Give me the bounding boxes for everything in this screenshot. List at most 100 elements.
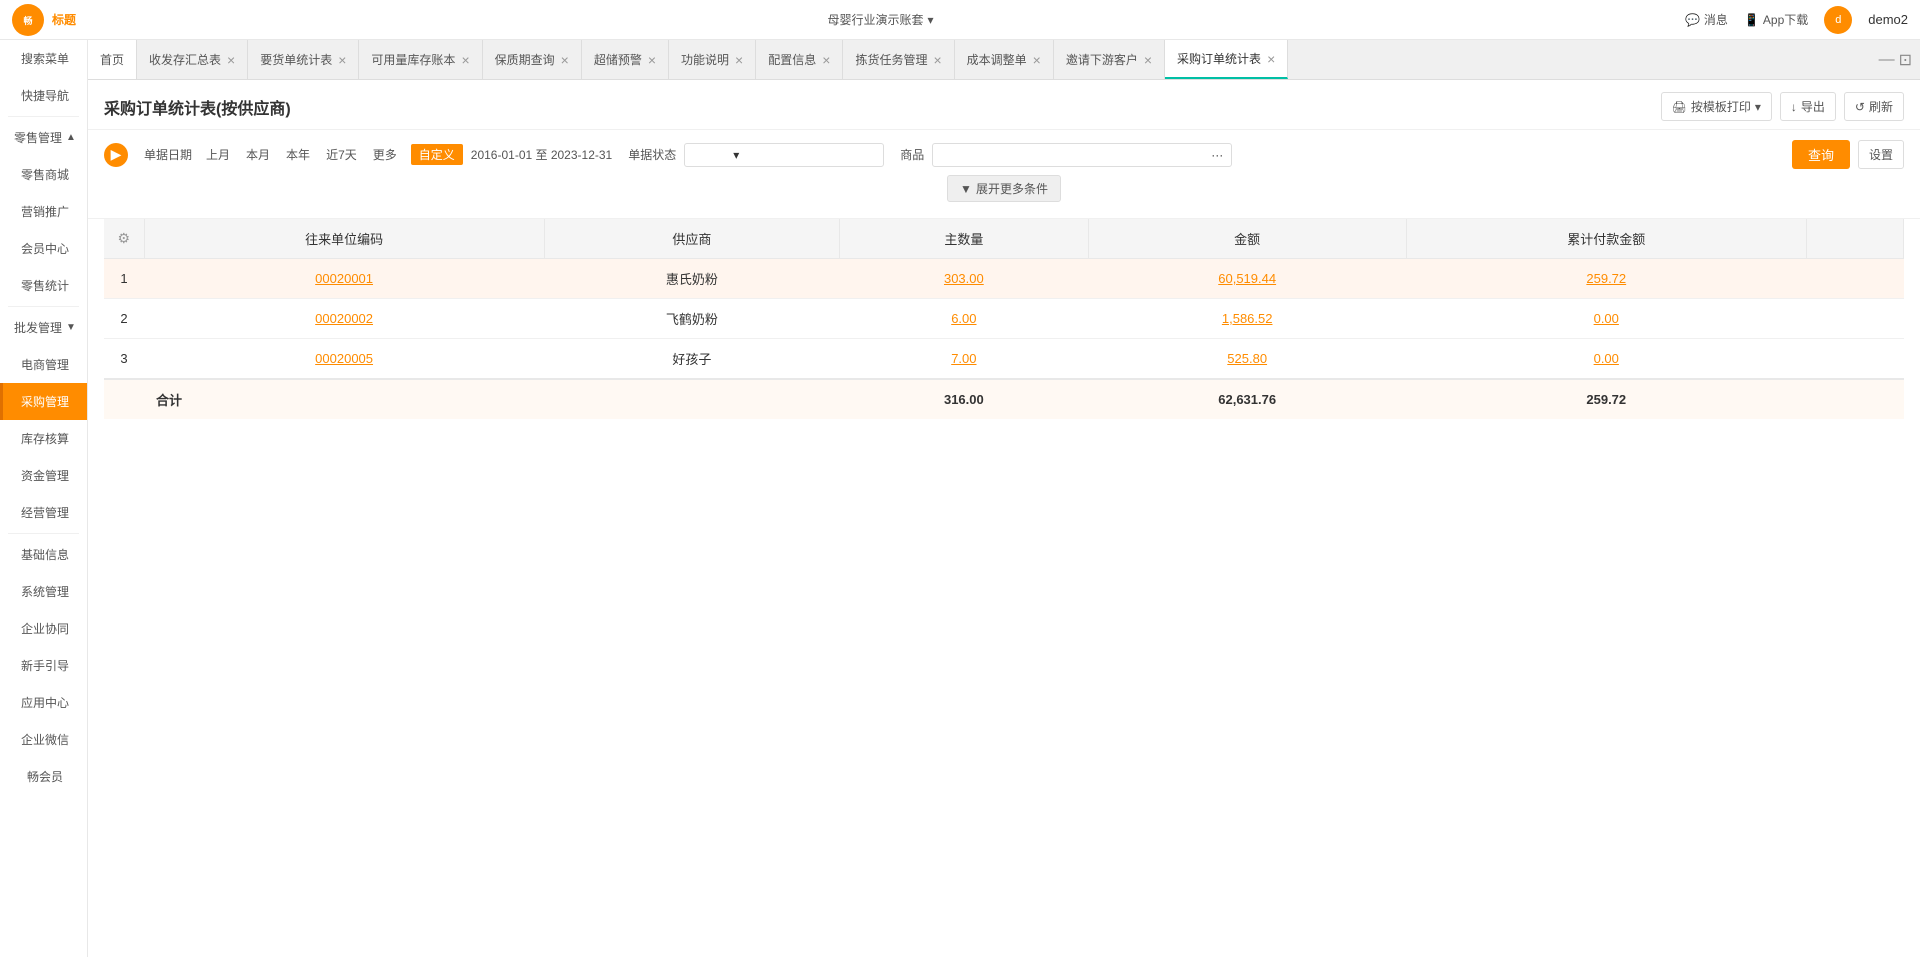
sidebar-item-wechat[interactable]: 企业微信 [0, 721, 87, 758]
col-settings-icon[interactable]: ⚙ [117, 230, 130, 246]
col-supplier: 供应商 [544, 219, 839, 259]
tab-close-order-stat[interactable]: × [338, 52, 346, 68]
row-3-amount[interactable]: 525.80 [1088, 339, 1406, 380]
avatar[interactable]: d [1824, 6, 1852, 34]
tab-minimize-btn[interactable]: — [1879, 51, 1895, 69]
sidebar-item-quick-nav[interactable]: 快捷导航 [0, 77, 87, 114]
workspace-name: 母婴行业演示账套 [827, 11, 923, 28]
col-code: 往来单位编码 [144, 219, 544, 259]
expand-conditions-btn[interactable]: ▼ 展开更多条件 [947, 175, 1061, 202]
tab-close-purchase-stat[interactable]: × [1267, 51, 1275, 67]
footer-amount: 62,631.76 [1088, 379, 1406, 419]
app-download-btn[interactable]: 📱 App下载 [1744, 11, 1808, 28]
sidebar-item-wholesale[interactable]: 批发管理 ▼ [0, 309, 87, 346]
date-shortcut-7days[interactable]: 近7天 [320, 144, 363, 165]
sidebar-item-basic[interactable]: 基础信息 [0, 536, 87, 573]
message-btn[interactable]: 💬 消息 [1685, 11, 1728, 28]
status-select[interactable]: ▾ [684, 143, 884, 167]
sidebar-item-operation[interactable]: 经营管理 [0, 494, 87, 531]
date-custom-tag[interactable]: 自定义 [411, 144, 463, 165]
col-settings: ⚙ [104, 219, 144, 259]
row-2-supplier: 飞鹤奶粉 [544, 299, 839, 339]
row-2-amount[interactable]: 1,586.52 [1088, 299, 1406, 339]
tab-order-stat[interactable]: 要货单统计表 × [248, 40, 359, 79]
tab-maximize-btn[interactable]: ⊡ [1899, 50, 1912, 70]
template-print-btn[interactable]: 🖨 按模板打印 ▾ [1661, 92, 1772, 121]
tab-close-expiry[interactable]: × [561, 52, 569, 68]
col-extra [1806, 219, 1903, 259]
tab-cost-adjust[interactable]: 成本调整单 × [955, 40, 1054, 79]
date-shortcut-this-month[interactable]: 本月 [240, 144, 276, 165]
sidebar-item-system[interactable]: 系统管理 [0, 573, 87, 610]
filter-collapse-btn[interactable]: ▶ [104, 143, 128, 167]
sidebar-item-search[interactable]: 搜索菜单 [0, 40, 87, 77]
svg-text:畅: 畅 [23, 15, 32, 26]
date-shortcut-this-year[interactable]: 本年 [280, 144, 316, 165]
date-shortcut-more[interactable]: 更多 [367, 144, 403, 165]
main-layout: 搜索菜单 快捷导航 零售管理 ▲ 零售商城 营销推广 会员中心 零售统计 批发管… [0, 40, 1920, 957]
tab-close-task-mgmt[interactable]: × [933, 52, 941, 68]
tab-function-desc[interactable]: 功能说明 × [669, 40, 756, 79]
top-bar: 畅 标题 母婴行业演示账套 ▾ 💬 消息 📱 App下载 d demo2 [0, 0, 1920, 40]
tab-close-function-desc[interactable]: × [735, 52, 743, 68]
tab-close-invite-downstream[interactable]: × [1144, 52, 1152, 68]
sidebar-item-inventory[interactable]: 库存核算 [0, 420, 87, 457]
row-3-qty[interactable]: 7.00 [840, 339, 1089, 380]
sidebar-item-app-center[interactable]: 应用中心 [0, 684, 87, 721]
sidebar-item-retail-stat[interactable]: 零售统计 [0, 267, 87, 304]
export-btn[interactable]: ↓ 导出 [1780, 92, 1836, 121]
sidebar-item-purchase[interactable]: 采购管理 [0, 383, 87, 420]
page-header: 采购订单统计表(按供应商) 🖨 按模板打印 ▾ ↓ 导出 ↺ 刷新 [88, 80, 1920, 130]
tab-home[interactable]: 首页 [88, 40, 137, 79]
status-dropdown-icon: ▾ [733, 148, 739, 162]
row-1-qty[interactable]: 303.00 [840, 259, 1089, 299]
logo-icon: 畅 [12, 4, 44, 36]
row-2-qty[interactable]: 6.00 [840, 299, 1089, 339]
sidebar-item-new-guide[interactable]: 新手引导 [0, 647, 87, 684]
tab-close-overstock[interactable]: × [648, 52, 656, 68]
tab-config[interactable]: 配置信息 × [756, 40, 843, 79]
row-1-paid[interactable]: 259.72 [1406, 259, 1806, 299]
row-3-paid[interactable]: 0.00 [1406, 339, 1806, 380]
sidebar-item-ecommerce[interactable]: 电商管理 [0, 346, 87, 383]
sidebar-item-marketing[interactable]: 营销推广 [0, 193, 87, 230]
settings-btn[interactable]: 设置 [1858, 140, 1904, 169]
product-more-icon: ··· [1211, 148, 1223, 162]
tab-expiry[interactable]: 保质期查询 × [483, 40, 582, 79]
tab-close-cost-adjust[interactable]: × [1033, 52, 1041, 68]
query-btn[interactable]: 查询 [1792, 140, 1850, 169]
sidebar-item-retail-shop[interactable]: 零售商城 [0, 156, 87, 193]
content-area: 首页 收发存汇总表 × 要货单统计表 × 可用量库存账本 × 保质期查询 × 超… [88, 40, 1920, 957]
sidebar-item-vip[interactable]: 畅会员 [0, 758, 87, 795]
tab-purchase-stat[interactable]: 采购订单统计表 × [1165, 40, 1288, 79]
footer-paid: 259.72 [1406, 379, 1806, 419]
sidebar-item-finance[interactable]: 资金管理 [0, 457, 87, 494]
workspace-selector[interactable]: 母婴行业演示账套 ▾ [827, 11, 933, 28]
table-row: 1 00020001 惠氏奶粉 303.00 60,519.44 259.72 [104, 259, 1904, 299]
tab-task-mgmt[interactable]: 拣货任务管理 × [843, 40, 954, 79]
tab-inventory-book[interactable]: 可用量库存账本 × [359, 40, 482, 79]
footer-qty: 316.00 [840, 379, 1089, 419]
tab-close-config[interactable]: × [822, 52, 830, 68]
tab-overstock[interactable]: 超储预警 × [582, 40, 669, 79]
tab-close-collect-send[interactable]: × [227, 52, 235, 68]
date-shortcut-last-month[interactable]: 上月 [200, 144, 236, 165]
table-row: 2 00020002 飞鹤奶粉 6.00 1,586.52 0.00 [104, 299, 1904, 339]
product-input[interactable]: ··· [932, 143, 1232, 167]
row-1-code[interactable]: 00020001 [144, 259, 544, 299]
row-3-code[interactable]: 00020005 [144, 339, 544, 380]
refresh-btn[interactable]: ↺ 刷新 [1844, 92, 1904, 121]
export-icon: ↓ [1791, 100, 1797, 114]
tab-invite-downstream[interactable]: 邀请下游客户 × [1054, 40, 1165, 79]
row-2-paid[interactable]: 0.00 [1406, 299, 1806, 339]
tab-collect-send[interactable]: 收发存汇总表 × [137, 40, 248, 79]
username: demo2 [1868, 12, 1908, 27]
filter-more: ▼ 展开更多条件 [104, 169, 1904, 208]
refresh-icon: ↺ [1855, 100, 1865, 114]
sidebar-item-member[interactable]: 会员中心 [0, 230, 87, 267]
row-2-code[interactable]: 00020002 [144, 299, 544, 339]
sidebar-item-retail[interactable]: 零售管理 ▲ [0, 119, 87, 156]
row-1-amount[interactable]: 60,519.44 [1088, 259, 1406, 299]
sidebar-item-enterprise[interactable]: 企业协同 [0, 610, 87, 647]
tab-close-inventory-book[interactable]: × [461, 52, 469, 68]
